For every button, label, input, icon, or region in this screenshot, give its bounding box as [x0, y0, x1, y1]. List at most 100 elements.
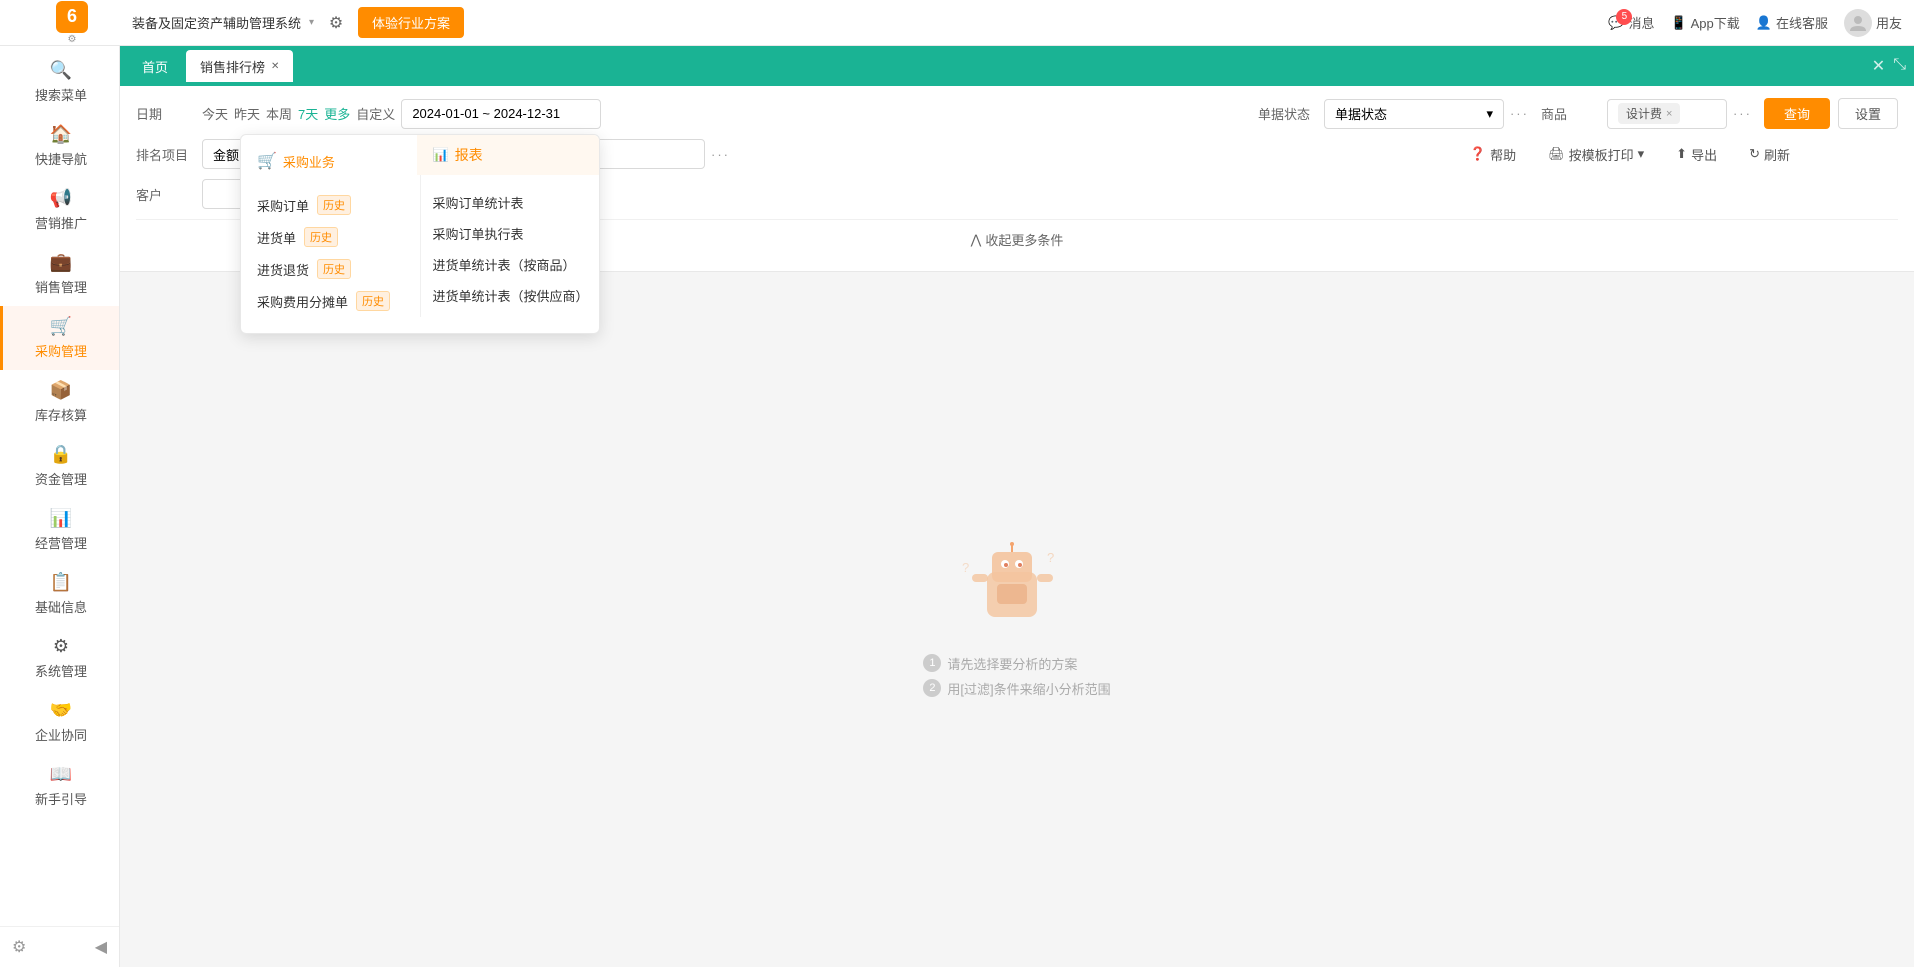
refresh-icon: ↻	[1749, 146, 1760, 162]
report-section-label: 报表	[455, 145, 483, 165]
sidebar-item-inventory[interactable]: 📦 库存核算	[0, 370, 119, 434]
sidebar-item-quicknav[interactable]: 🏠 快捷导航	[0, 114, 119, 178]
main-layout: 🔍 搜索菜单 🏠 快捷导航 📢 营销推广 💼 销售管理 🛒 采购管理 📦 库存核…	[0, 46, 1914, 967]
purchase-menu-section: 🛒 采购业务 采购订单 历史 进货单 历史 进货退货 历史 采购费用分摊单	[257, 151, 408, 317]
cooperation-icon: 🤝	[50, 700, 72, 721]
sidebar-settings-icon[interactable]: ⚙	[12, 937, 26, 957]
tab-close-icon[interactable]: ✕	[271, 61, 279, 72]
sidebar: 🔍 搜索菜单 🏠 快捷导航 📢 营销推广 💼 销售管理 🛒 采购管理 📦 库存核…	[0, 46, 120, 967]
date-week[interactable]: 本周	[266, 104, 292, 123]
doc-status-more-icon[interactable]: ···	[1510, 106, 1529, 121]
tab-expand-icon[interactable]: ⤡	[1893, 56, 1906, 76]
hint-num-1: 1	[923, 654, 941, 672]
set-button[interactable]: 设置	[1838, 98, 1898, 129]
tab-home[interactable]: 首页	[128, 50, 182, 82]
sidebar-label-basicinfo: 基础信息	[35, 597, 87, 616]
sidebar-item-system[interactable]: ⚙ 系统管理	[0, 626, 119, 690]
sidebar-label-operations: 经营管理	[35, 533, 87, 552]
return-label: 进货退货	[257, 260, 309, 279]
industry-btn[interactable]: 体验行业方案	[358, 7, 464, 38]
notification-label: 消息	[1628, 13, 1654, 32]
purchase-section-title: 🛒 采购业务	[257, 151, 408, 177]
collapse-label: 收起更多条件	[985, 230, 1063, 249]
sidebar-item-finance[interactable]: 🔒 资金管理	[0, 434, 119, 498]
goods-tag-close[interactable]: ×	[1666, 108, 1672, 120]
date-yesterday[interactable]: 昨天	[234, 104, 260, 123]
menu-item-incoming-stats-supplier[interactable]: 进货单统计表（按供应商）	[433, 280, 584, 311]
report-section-icon: 📊	[433, 147, 449, 163]
content-area: 首页 销售排行榜 ✕ ✕ ⤡ 日期 今天 昨天 本周	[120, 46, 1914, 967]
refresh-btn[interactable]: ↻ 刷新	[1741, 141, 1798, 168]
sidebar-item-cooperation[interactable]: 🤝 企业协同	[0, 690, 119, 754]
sidebar-label-marketing: 营销推广	[35, 213, 87, 232]
date-more[interactable]: 更多	[324, 104, 350, 123]
sidebar-label-cooperation: 企业协同	[35, 725, 87, 744]
menu-item-return[interactable]: 进货退货 历史	[257, 253, 408, 285]
export-btn[interactable]: ⬆ 导出	[1668, 141, 1725, 168]
goods-label: 商品	[1541, 104, 1601, 123]
date-today[interactable]: 今天	[202, 104, 228, 123]
online-service-item[interactable]: 👤 在线客服	[1756, 13, 1828, 32]
title-arrow-icon[interactable]: ▾	[309, 17, 314, 28]
sidebar-label-guide: 新手引导	[35, 789, 87, 808]
collapse-btn[interactable]: ⋀ 收起更多条件	[965, 224, 1070, 255]
purchase-expense-label: 采购费用分摊单	[257, 292, 348, 311]
notification-count: 5	[1616, 9, 1632, 25]
search-icon: 🔍	[50, 60, 72, 81]
rank-item-label: 排名项目	[136, 145, 196, 164]
help-btn[interactable]: ❓ 帮助	[1462, 141, 1524, 168]
sidebar-item-basicinfo[interactable]: 📋 基础信息	[0, 562, 119, 626]
menu-item-purchase-order-exec[interactable]: 采购订单执行表	[433, 218, 584, 249]
finance-icon: 🔒	[50, 444, 72, 465]
hint-item-1: 1 请先选择要分析的方案	[923, 654, 1110, 673]
menu-item-incoming[interactable]: 进货单 历史	[257, 221, 408, 253]
sidebar-item-purchase[interactable]: 🛒 采购管理	[0, 306, 119, 370]
empty-illustration: ? ?	[957, 542, 1077, 642]
tab-home-label: 首页	[142, 57, 168, 76]
sidebar-item-marketing[interactable]: 📢 营销推广	[0, 178, 119, 242]
app-download-item[interactable]: 📱 App下载	[1670, 13, 1739, 32]
query-button[interactable]: 查询	[1764, 98, 1830, 129]
sidebar-item-search[interactable]: 🔍 搜索菜单	[0, 50, 119, 114]
sidebar-label-sales: 销售管理	[35, 277, 87, 296]
menu-item-purchase-order-stats[interactable]: 采购订单统计表	[433, 187, 584, 218]
help-icon: ❓	[1470, 146, 1486, 162]
tab-close-all-icon[interactable]: ✕	[1872, 56, 1885, 76]
salesperson-more-icon[interactable]: ···	[711, 147, 730, 162]
inventory-icon: 📦	[50, 380, 72, 401]
username-label: 用友	[1876, 13, 1902, 32]
incoming-label: 进货单	[257, 228, 296, 247]
logo-sub: ⚙	[68, 34, 77, 45]
goods-select[interactable]: 设计费 ×	[1607, 99, 1727, 129]
system-title: 装备及固定资产辅助管理系统	[132, 13, 301, 32]
purchase-section-icon: 🛒	[257, 151, 277, 171]
goods-more-icon[interactable]: ···	[1733, 106, 1752, 121]
settings-icon[interactable]: ⚙	[322, 9, 350, 37]
sidebar-item-operations[interactable]: 📊 经营管理	[0, 498, 119, 562]
sidebar-collapse-icon[interactable]: ◀	[95, 937, 107, 957]
logo-area: 6 ⚙	[12, 1, 132, 45]
sidebar-item-sales[interactable]: 💼 销售管理	[0, 242, 119, 306]
user-item[interactable]: 用友	[1844, 9, 1902, 37]
empty-hints: 1 请先选择要分析的方案 2 用[过滤]条件来缩小分析范围	[923, 654, 1110, 698]
marketing-icon: 📢	[50, 188, 72, 209]
print-btn[interactable]: 🖨 按模板打印 ▾	[1540, 141, 1652, 168]
date-7days[interactable]: 7天	[298, 104, 318, 123]
print-label: 按模板打印	[1569, 145, 1634, 164]
date-custom[interactable]: 自定义	[356, 104, 395, 123]
hint-item-2: 2 用[过滤]条件来缩小分析范围	[923, 679, 1110, 698]
tab-sales-rank[interactable]: 销售排行榜 ✕	[186, 50, 293, 82]
date-range-input[interactable]	[401, 99, 601, 129]
date-quick-options: 今天 昨天 本周 7天 更多 自定义	[202, 104, 395, 123]
purchase-order-label: 采购订单	[257, 196, 309, 215]
sales-icon: 💼	[50, 252, 72, 273]
incoming-history-badge: 历史	[304, 227, 338, 247]
notification-item[interactable]: 💬 5 消息	[1608, 13, 1654, 32]
report-menu-section: 📊 报表 采购订单统计表 采购订单执行表 进货单统计表（按商品） 进货单统计表（…	[433, 151, 584, 317]
sidebar-item-guide[interactable]: 📖 新手引导	[0, 754, 119, 818]
menu-item-purchase-expense[interactable]: 采购费用分摊单 历史	[257, 285, 408, 317]
menu-item-purchase-order[interactable]: 采购订单 历史	[257, 189, 408, 221]
menu-item-incoming-stats-goods[interactable]: 进货单统计表（按商品）	[433, 249, 584, 280]
export-icon: ⬆	[1676, 146, 1687, 162]
doc-status-select[interactable]: 单据状态 ▾	[1324, 99, 1504, 129]
